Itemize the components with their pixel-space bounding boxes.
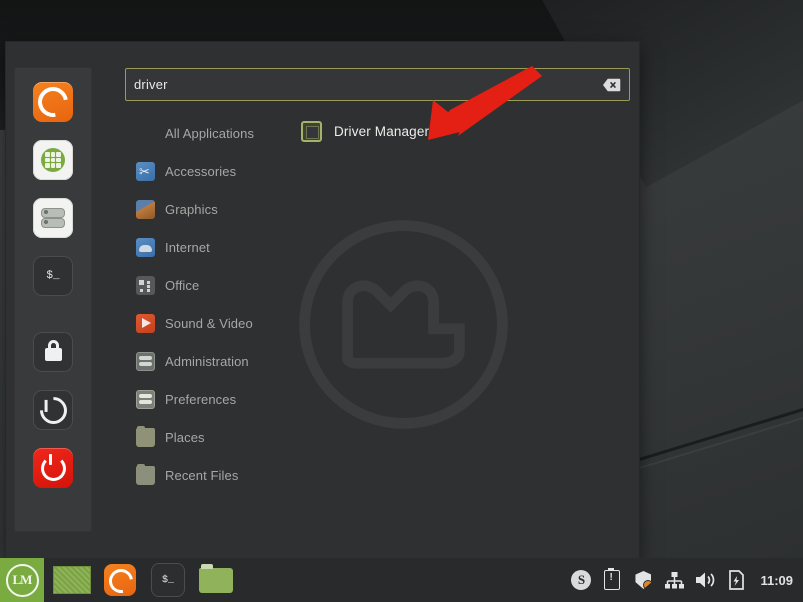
tray-volume[interactable] [694,569,716,591]
tray-network[interactable] [663,569,685,591]
category-sound-video[interactable]: Sound & Video [128,304,288,342]
sound-video-icon [136,314,155,333]
category-list: All Applications Accessories Graphics In… [128,114,288,494]
favorite-shutdown[interactable] [33,448,73,488]
favorite-terminal[interactable]: $_ [33,256,73,296]
lock-icon [45,348,62,361]
category-label: All Applications [165,126,254,141]
category-label: Accessories [165,164,236,179]
category-internet[interactable]: Internet [128,228,288,266]
clipboard-icon [604,570,620,590]
linux-mint-logo-icon: LM [6,564,39,597]
category-places[interactable]: Places [128,418,288,456]
category-label: Graphics [165,202,218,217]
taskbar-terminal[interactable]: $_ [148,558,188,602]
favorite-logout[interactable] [33,390,73,430]
category-label: Preferences [165,392,236,407]
network-icon [665,572,684,589]
window-icon [53,566,91,594]
folder-icon [199,568,233,593]
category-label: Internet [165,240,210,255]
system-tray: S [570,569,803,591]
accessories-icon [136,162,155,181]
search-input-value: driver [134,77,602,92]
update-manager-icon [41,208,65,228]
favorite-lock-screen[interactable] [33,332,73,372]
result-driver-manager[interactable]: Driver Manager [301,114,621,148]
search-input[interactable]: driver [125,68,630,101]
category-office[interactable]: Office [128,266,288,304]
category-label: Administration [165,354,249,369]
tray-update-shield[interactable] [632,569,654,591]
driver-manager-chip-icon [301,121,322,142]
office-icon [136,276,155,295]
favorite-update-manager[interactable] [33,198,73,238]
logout-icon [34,391,72,429]
preferences-icon [136,390,155,409]
internet-icon [136,238,155,257]
category-administration[interactable]: Administration [128,342,288,380]
taskbar: LM $_ S [0,558,803,602]
result-label: Driver Manager [334,124,429,139]
places-icon [136,428,155,447]
administration-icon [136,352,155,371]
category-all-applications[interactable]: All Applications [128,114,288,152]
power-icon [41,456,66,481]
category-accessories[interactable]: Accessories [128,152,288,190]
category-label: Office [165,278,199,293]
application-menu-window: $_ driver [6,42,639,558]
battery-icon [728,570,745,590]
category-recent-files[interactable]: Recent Files [128,456,288,494]
all-applications-icon [136,124,155,143]
firefox-icon [104,564,136,596]
tray-battery[interactable] [725,569,747,591]
skype-icon: S [571,570,591,590]
clock: 11:09 [760,573,793,588]
favorite-software-manager[interactable] [33,140,73,180]
taskbar-window-thumbnail[interactable] [52,558,92,602]
search-results-list: Driver Manager [301,114,621,148]
shield-icon [635,571,651,589]
recent-files-icon [136,466,155,485]
mint-logo-watermark [296,217,511,432]
category-preferences[interactable]: Preferences [128,380,288,418]
graphics-icon [136,200,155,219]
tray-clipboard[interactable] [601,569,623,591]
software-manager-icon [41,148,65,172]
taskbar-file-manager[interactable] [196,558,236,602]
favorite-firefox[interactable] [33,82,73,122]
category-label: Recent Files [165,468,238,483]
search-row: driver [125,68,630,101]
menu-button[interactable]: LM [0,558,44,602]
desktop-screen: $_ driver [0,0,803,602]
clear-search-icon[interactable] [602,78,621,92]
taskbar-firefox[interactable] [100,558,140,602]
category-label: Sound & Video [165,316,253,331]
terminal-icon: $_ [46,271,59,282]
terminal-icon: $_ [151,563,185,597]
tray-skype[interactable]: S [570,569,592,591]
category-label: Places [165,430,205,445]
favorites-sidebar: $_ [14,67,92,532]
volume-icon [695,571,716,589]
category-graphics[interactable]: Graphics [128,190,288,228]
